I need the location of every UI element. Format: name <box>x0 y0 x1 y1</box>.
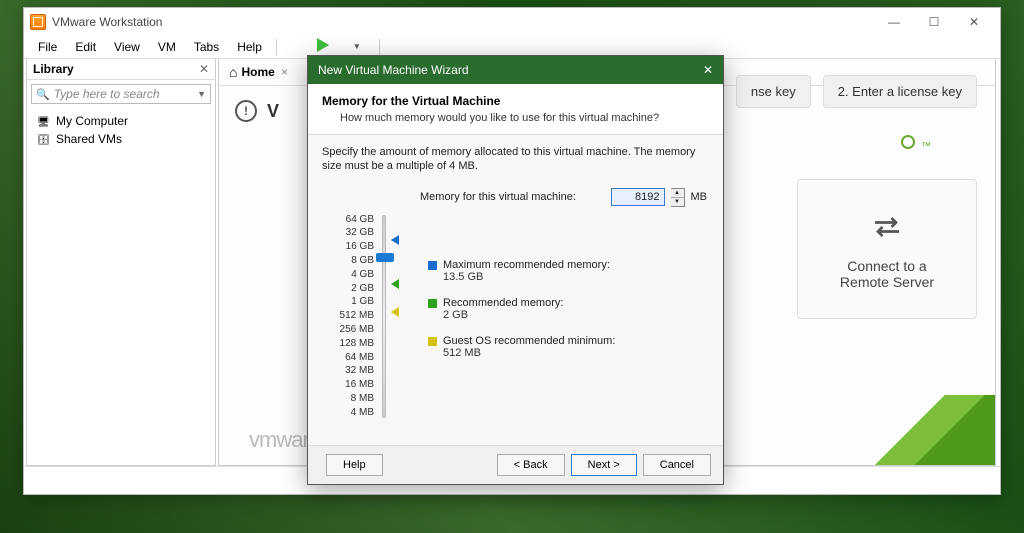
library-header: Library ✕ <box>27 59 215 80</box>
wizard-subheading: How much memory would you like to use fo… <box>340 112 709 124</box>
spinner-down-icon[interactable]: ▼ <box>671 198 684 206</box>
cancel-button[interactable]: Cancel <box>643 454 711 476</box>
pro-badge-icon <box>901 135 915 149</box>
computer-icon <box>37 114 51 128</box>
connect-remote-line1: Connect to a <box>840 258 934 274</box>
connect-remote-panel[interactable]: Connect to a Remote Server <box>797 179 977 319</box>
memory-slider-area: 64 GB 32 GB 16 GB 8 GB 4 GB 2 GB 1 GB 51… <box>322 213 709 420</box>
window-title: VMware Workstation <box>52 15 874 29</box>
tab-close-icon[interactable]: × <box>281 65 288 79</box>
wizard-body: Specify the amount of memory allocated t… <box>308 135 723 445</box>
spinner-up-icon[interactable]: ▲ <box>671 189 684 198</box>
slider-thumb[interactable] <box>376 253 394 262</box>
tm-mark: ™ <box>921 141 931 152</box>
wizard-close-icon[interactable]: ✕ <box>703 63 713 77</box>
wizard-footer: Help < Back Next > Cancel <box>308 445 723 484</box>
memory-unit: MB <box>691 191 708 203</box>
brand-corner <box>865 395 995 465</box>
legend-yellow-icon <box>428 337 437 346</box>
library-tree: My Computer Shared VMs <box>27 108 215 152</box>
marker-max-icon <box>391 235 399 245</box>
memory-label: Memory for this virtual machine: <box>420 191 576 203</box>
minimize-button[interactable]: — <box>874 12 914 32</box>
license-button-partial[interactable]: nse key <box>736 75 811 108</box>
main-titlebar[interactable]: VMware Workstation — ☐ ✕ <box>24 8 1000 35</box>
legend-max: Maximum recommended memory: 13.5 GB <box>428 259 709 283</box>
wizard-titlebar[interactable]: New Virtual Machine Wizard ✕ <box>308 56 723 84</box>
search-input[interactable]: Type here to search <box>54 87 197 101</box>
menu-tabs[interactable]: Tabs <box>186 37 227 57</box>
library-search[interactable]: 🔍 Type here to search ▼ <box>31 84 211 104</box>
search-icon: 🔍 <box>36 88 50 101</box>
library-panel: Library ✕ 🔍 Type here to search ▼ My Com… <box>26 59 216 466</box>
app-icon <box>30 14 46 30</box>
tree-item-shared-vms[interactable]: Shared VMs <box>37 130 209 148</box>
back-button[interactable]: < Back <box>497 454 565 476</box>
wizard-heading: Memory for the Virtual Machine <box>322 94 709 108</box>
new-vm-wizard-dialog: New Virtual Machine Wizard ✕ Memory for … <box>307 55 724 485</box>
menu-vm[interactable]: VM <box>150 37 184 57</box>
help-button[interactable]: Help <box>326 454 383 476</box>
memory-slider[interactable] <box>374 213 404 420</box>
tree-item-my-computer[interactable]: My Computer <box>37 112 209 130</box>
memory-spinner[interactable]: ▲ ▼ <box>671 188 685 207</box>
connect-remote-icon <box>869 209 905 248</box>
menu-view[interactable]: View <box>106 37 148 57</box>
memory-row: Memory for this virtual machine: 8192 ▲ … <box>322 188 709 207</box>
menu-edit[interactable]: Edit <box>67 37 104 57</box>
home-icon <box>229 64 241 80</box>
legend-blue-icon <box>428 261 437 270</box>
wizard-title: New Virtual Machine Wizard <box>318 63 703 77</box>
legend-minimum: Guest OS recommended minimum: 512 MB <box>428 335 709 359</box>
license-buttons: nse key 2. Enter a license key <box>736 75 977 108</box>
separator <box>379 39 396 55</box>
next-button[interactable]: Next > <box>571 454 637 476</box>
wizard-instruction: Specify the amount of memory allocated t… <box>322 145 709 174</box>
maximize-button[interactable]: ☐ <box>914 12 954 32</box>
tab-home[interactable]: Home × <box>223 62 294 82</box>
search-dropdown-icon[interactable]: ▼ <box>197 89 206 99</box>
library-title: Library <box>33 62 74 76</box>
legend-recommended: Recommended memory: 2 GB <box>428 297 709 321</box>
enter-license-key-button[interactable]: 2. Enter a license key <box>823 75 977 108</box>
warning-icon: ! <box>235 100 257 122</box>
warning-text: V <box>267 101 279 122</box>
play-dropdown[interactable]: ▼ <box>345 39 369 54</box>
wizard-header: Memory for the Virtual Machine How much … <box>308 84 723 135</box>
close-button[interactable]: ✕ <box>954 12 994 32</box>
shared-icon <box>37 132 51 146</box>
marker-minimum-icon <box>391 307 399 317</box>
library-close-icon[interactable]: ✕ <box>199 62 209 76</box>
slider-rail <box>382 215 386 418</box>
menu-help[interactable]: Help <box>229 37 270 57</box>
slider-scale-labels: 64 GB 32 GB 16 GB 8 GB 4 GB 2 GB 1 GB 51… <box>322 213 374 420</box>
legend-green-icon <box>428 299 437 308</box>
separator <box>276 39 293 55</box>
memory-input[interactable]: 8192 <box>611 188 665 206</box>
connect-remote-line2: Remote Server <box>840 274 934 290</box>
menu-file[interactable]: File <box>30 37 65 57</box>
marker-recommended-icon <box>391 279 399 289</box>
memory-legend: Maximum recommended memory: 13.5 GB Reco… <box>404 213 709 420</box>
